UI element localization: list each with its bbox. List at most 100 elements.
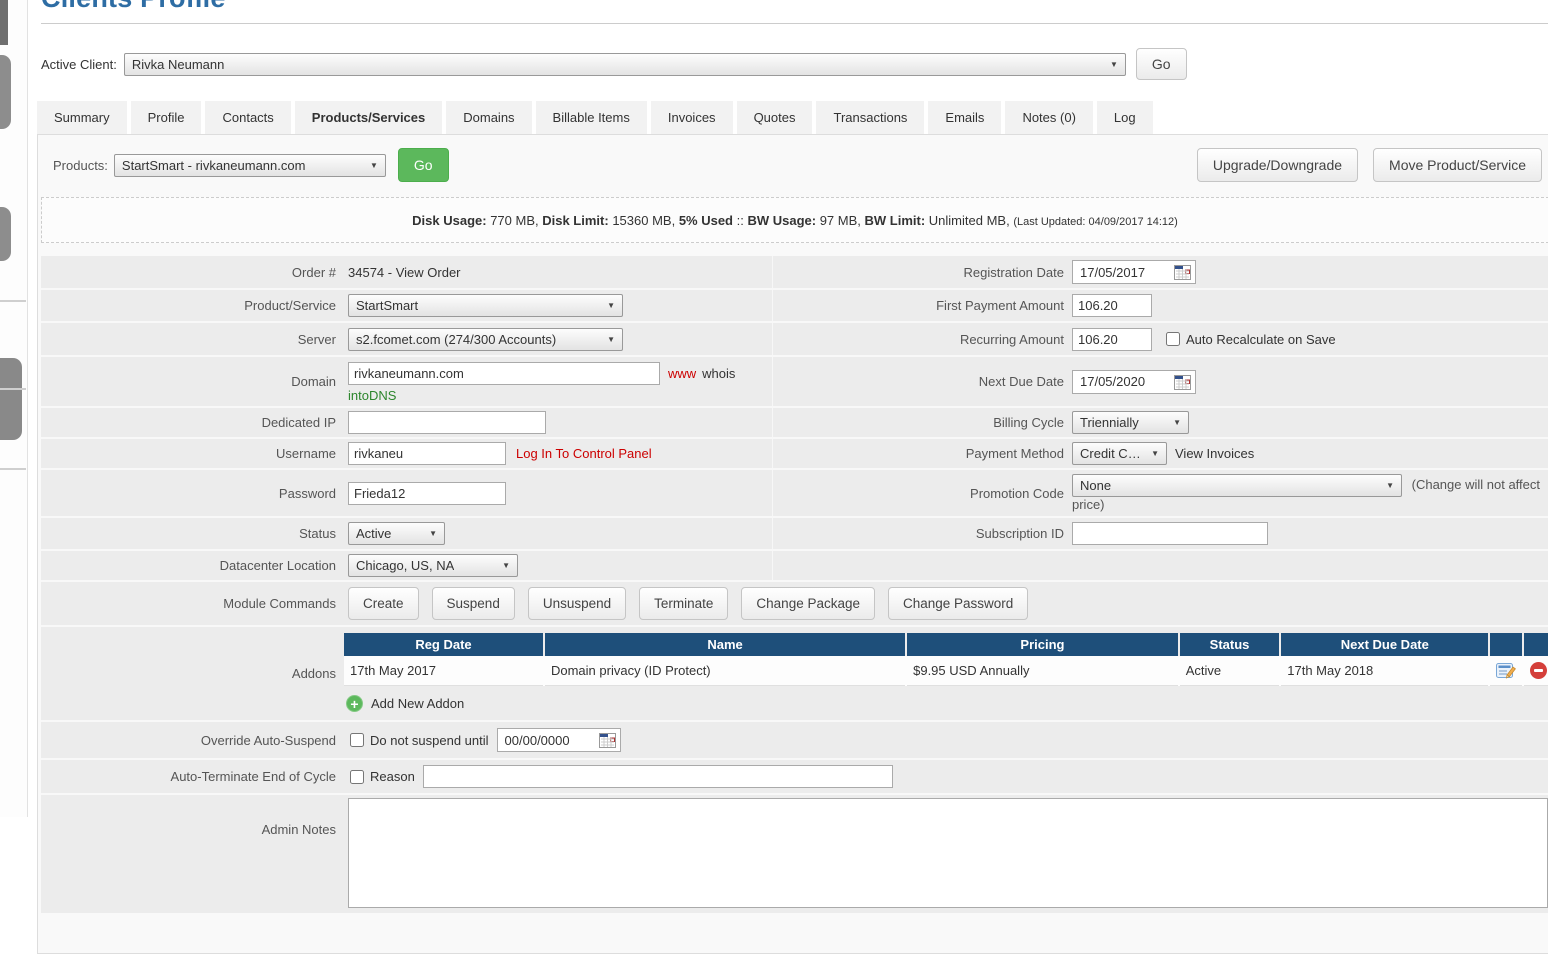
gutter-divider	[0, 388, 26, 390]
delete-addon-icon[interactable]	[1530, 662, 1548, 679]
page-title: Clients Profile	[41, 0, 1548, 14]
tab-domains[interactable]: Domains	[446, 101, 532, 134]
tab-products-services[interactable]: Products/Services	[294, 101, 443, 134]
billing-cycle-select[interactable]: Triennially ▼	[1072, 411, 1189, 434]
payment-method-select[interactable]: Credit Card ▼	[1072, 442, 1167, 465]
create-button[interactable]: Create	[348, 587, 419, 620]
auto-terminate-checkbox[interactable]	[350, 769, 364, 784]
domain-input[interactable]	[348, 362, 660, 385]
disk-limit-value: 15360 MB,	[608, 212, 679, 228]
tab-billable-items[interactable]: Billable Items	[535, 101, 647, 134]
tab-quotes[interactable]: Quotes	[736, 101, 813, 134]
calendar-icon[interactable]	[1174, 374, 1192, 390]
main-content: Clients Profile Active Client: Rivka Neu…	[27, 0, 1548, 954]
add-new-addon-link[interactable]: Add New Addon	[371, 696, 464, 711]
products-label: Products:	[53, 157, 108, 173]
tab-invoices[interactable]: Invoices	[650, 101, 733, 134]
server-select[interactable]: s2.fcomet.com (274/300 Accounts) ▼	[348, 327, 623, 351]
upgrade-downgrade-button[interactable]: Upgrade/Downgrade	[1196, 148, 1359, 182]
gutter-shape	[0, 0, 8, 45]
products-bar-actions: Upgrade/Downgrade Move Product/Service	[1182, 148, 1542, 182]
view-invoices-link[interactable]: View Invoices	[1175, 446, 1254, 461]
chevron-down-icon: ▼	[429, 529, 437, 538]
override-auto-suspend-label: Override Auto-Suspend	[200, 732, 336, 748]
empty-cell	[772, 551, 1072, 580]
products-select[interactable]: StartSmart - rivkaneumann.com ▼	[113, 153, 386, 177]
view-order-link[interactable]: View Order	[396, 265, 461, 280]
addons-table: Reg Date Name Pricing Status Next Due Da…	[344, 633, 1548, 686]
terminate-button[interactable]: Terminate	[639, 587, 729, 620]
status-select[interactable]: Active ▼	[348, 522, 445, 545]
datacenter-location-select[interactable]: Chicago, US, NA ▼	[348, 554, 518, 577]
gutter-shape	[0, 55, 11, 129]
order-separator: -	[384, 264, 396, 280]
auto-recalculate-checkbox[interactable]	[1166, 332, 1180, 346]
whois-link[interactable]: whois	[702, 366, 735, 381]
promotion-code-select[interactable]: None ▼	[1072, 474, 1402, 497]
chevron-down-icon: ▼	[607, 301, 615, 310]
tab-contacts[interactable]: Contacts	[205, 101, 291, 134]
addon-status: Active	[1179, 656, 1280, 686]
billing-cycle-label: Billing Cycle	[772, 408, 1072, 437]
suspend-until-field	[496, 728, 621, 752]
change-package-button[interactable]: Change Package	[741, 587, 875, 620]
gutter-divider	[0, 300, 26, 302]
username-input[interactable]	[348, 442, 506, 465]
disk-usage-value: 770 MB,	[486, 212, 543, 228]
tab-emails[interactable]: Emails	[928, 101, 1002, 134]
suspend-until-input[interactable]	[502, 731, 583, 749]
registration-date-input[interactable]	[1078, 263, 1158, 281]
product-service-select[interactable]: StartSmart ▼	[348, 294, 623, 317]
unsuspend-button[interactable]: Unsuspend	[527, 587, 627, 620]
addons-header-reg-date: Reg Date	[344, 633, 543, 656]
override-auto-suspend-checkbox[interactable]	[350, 733, 364, 747]
server-label: Server	[297, 331, 336, 347]
next-due-date-label: Next Due Date	[772, 357, 1072, 406]
products-bar: Products: StartSmart - rivkaneumann.com …	[38, 135, 1548, 195]
password-input[interactable]	[348, 481, 506, 505]
terminate-reason-input[interactable]	[422, 765, 893, 788]
chevron-down-icon: ▼	[370, 160, 378, 170]
order-number: 34574	[348, 264, 385, 280]
calendar-icon[interactable]	[1174, 264, 1192, 280]
tab-summary[interactable]: Summary	[37, 101, 127, 134]
edit-addon-icon[interactable]	[1496, 662, 1517, 679]
chevron-down-icon: ▼	[502, 561, 510, 570]
add-new-addon[interactable]: + Add New Addon	[344, 686, 1548, 718]
tab-notes[interactable]: Notes (0)	[1005, 101, 1093, 134]
auto-terminate-label: Auto-Terminate End of Cycle	[170, 769, 336, 784]
products-services-panel: Products: StartSmart - rivkaneumann.com …	[37, 134, 1548, 954]
tab-log[interactable]: Log	[1096, 101, 1153, 134]
usage-last-updated: (Last Updated: 04/09/2017 14:12)	[1013, 215, 1178, 228]
admin-notes-textarea[interactable]	[348, 798, 1548, 908]
change-password-button[interactable]: Change Password	[888, 587, 1029, 620]
recurring-amount-label: Recurring Amount	[772, 323, 1072, 355]
first-payment-input[interactable]	[1072, 294, 1152, 317]
title-divider	[41, 23, 1548, 24]
www-link[interactable]: www	[668, 366, 696, 381]
dedicated-ip-input[interactable]	[348, 411, 546, 434]
recurring-amount-input[interactable]	[1072, 327, 1152, 351]
active-client-go-button[interactable]: Go	[1135, 48, 1187, 80]
domain-label: Domain	[291, 374, 336, 389]
calendar-icon[interactable]	[598, 732, 617, 748]
subscription-id-input[interactable]	[1072, 522, 1268, 545]
login-control-panel-link[interactable]: Log In To Control Panel	[516, 446, 652, 461]
product-service-label: Product/Service	[244, 298, 336, 313]
products-go-button[interactable]: Go	[397, 148, 449, 182]
active-client-select[interactable]: Rivka Neumann ▼	[123, 52, 1126, 76]
suspend-button[interactable]: Suspend	[431, 587, 515, 620]
addon-next-due: 17th May 2018	[1281, 656, 1489, 686]
move-product-service-button[interactable]: Move Product/Service	[1373, 148, 1542, 182]
gutter-shape	[0, 358, 22, 440]
tab-profile[interactable]: Profile	[130, 101, 202, 134]
next-due-date-input[interactable]	[1078, 373, 1158, 390]
admin-notes-label: Admin Notes	[261, 822, 336, 837]
plus-circle-icon: +	[346, 695, 363, 712]
addons-header-name: Name	[545, 633, 906, 656]
intodns-link[interactable]: intoDNS	[348, 388, 396, 403]
datacenter-location-label: Datacenter Location	[219, 558, 336, 573]
tab-transactions[interactable]: Transactions	[816, 101, 925, 134]
module-command-buttons: Create Suspend Unsuspend Terminate Chang…	[348, 582, 1548, 625]
left-gutter	[0, 0, 27, 817]
